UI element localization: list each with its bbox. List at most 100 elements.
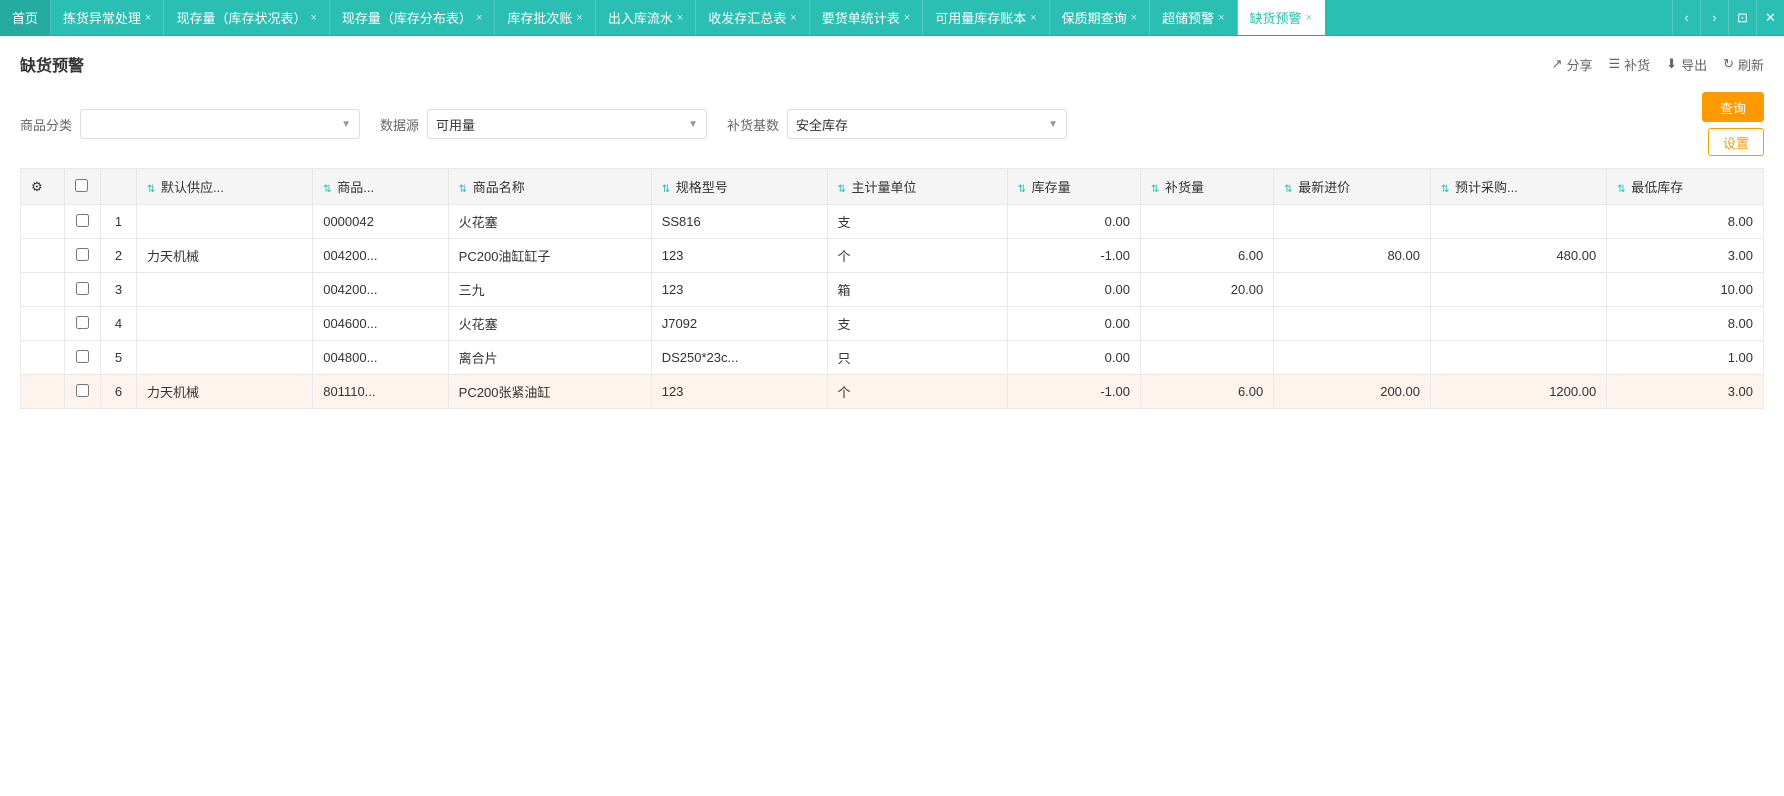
table-row: 2 力天机械 004200... PC200油缸缸子 123 个 -1.00 6…: [21, 239, 1764, 273]
settings-button[interactable]: 设置: [1708, 128, 1764, 156]
nav-tab-available[interactable]: 可用量库存账本 ×: [923, 0, 1049, 36]
th-num: [101, 169, 137, 205]
filter-replenish-group: 补货基数 安全库存 ▼: [727, 109, 1067, 139]
sort-unit-icon: ⇅: [838, 184, 846, 195]
th-stock: ⇅ 库存量: [1007, 169, 1140, 205]
td-replenish-qty: 6.00: [1140, 375, 1273, 409]
nav-tab-stock2[interactable]: 现存量（库存分布表） ×: [330, 0, 495, 36]
sort-min-icon: ⇅: [1617, 184, 1625, 195]
category-chevron-icon: ▼: [341, 119, 351, 130]
row-checkbox[interactable]: [76, 214, 89, 227]
td-settings: [21, 307, 65, 341]
th-product-name: ⇅ 商品名称: [448, 169, 651, 205]
td-min-stock: 3.00: [1607, 375, 1764, 409]
datasource-select[interactable]: 可用量 ▼: [427, 109, 707, 139]
td-est-purchase: [1430, 341, 1606, 375]
nav-tab-home[interactable]: 首页: [0, 0, 51, 36]
close-tab-order-stat[interactable]: ×: [904, 12, 910, 24]
td-settings: [21, 273, 65, 307]
th-product-code: ⇅ 商品...: [313, 169, 448, 205]
td-rownum: 5: [101, 341, 137, 375]
export-icon: ⬇: [1666, 56, 1677, 72]
export-button[interactable]: ⬇ 导出: [1666, 55, 1707, 74]
nav-restore-btn[interactable]: ⊡: [1728, 0, 1756, 36]
nav-tab-summary[interactable]: 收发存汇总表 ×: [696, 0, 809, 36]
td-latest-price: [1274, 341, 1431, 375]
nav-tab-overstock[interactable]: 超储预警 ×: [1150, 0, 1237, 36]
close-tab-expiry[interactable]: ×: [1131, 12, 1137, 24]
td-product-code: 004600...: [313, 307, 448, 341]
query-button[interactable]: 查询: [1702, 92, 1764, 122]
category-select[interactable]: ▼: [80, 109, 360, 139]
td-settings: [21, 375, 65, 409]
nav-tab-flow[interactable]: 出入库流水 ×: [596, 0, 696, 36]
close-tab-stock1[interactable]: ×: [310, 12, 316, 24]
table-row: 4 004600... 火花塞 J7092 支 0.00 8.00: [21, 307, 1764, 341]
td-est-purchase: 1200.00: [1430, 375, 1606, 409]
nav-tab-order-stat[interactable]: 要货单统计表 ×: [810, 0, 923, 36]
td-supplier: 力天机械: [137, 239, 313, 273]
row-checkbox[interactable]: [76, 282, 89, 295]
td-spec: 123: [651, 239, 827, 273]
row-checkbox[interactable]: [76, 384, 89, 397]
close-tab-flow[interactable]: ×: [677, 12, 683, 24]
th-checkbox: [65, 169, 101, 205]
td-replenish-qty: 20.00: [1140, 273, 1273, 307]
sort-price-icon: ⇅: [1284, 184, 1292, 195]
th-unit: ⇅ 主计量单位: [827, 169, 1007, 205]
close-tab-batch[interactable]: ×: [576, 12, 582, 24]
table-row: 1 0000042 火花塞 SS816 支 0.00 8.00: [21, 205, 1764, 239]
top-nav: 首页 拣货异常处理 × 现存量（库存状况表） × 现存量（库存分布表） × 库存…: [0, 0, 1784, 36]
select-all-checkbox[interactable]: [75, 179, 88, 192]
td-supplier: [137, 307, 313, 341]
row-checkbox[interactable]: [76, 248, 89, 261]
share-icon: ↗: [1552, 56, 1563, 72]
td-est-purchase: [1430, 205, 1606, 239]
th-min-stock: ⇅ 最低库存: [1607, 169, 1764, 205]
row-checkbox[interactable]: [76, 350, 89, 363]
td-rownum: 3: [101, 273, 137, 307]
td-replenish-qty: [1140, 205, 1273, 239]
nav-tab-batch[interactable]: 库存批次账 ×: [495, 0, 595, 36]
close-tab-overstock[interactable]: ×: [1218, 12, 1224, 24]
td-supplier: 力天机械: [137, 375, 313, 409]
td-unit: 个: [827, 239, 1007, 273]
sort-spec-icon: ⇅: [662, 184, 670, 195]
table-row: 3 004200... 三九 123 箱 0.00 20.00 10.00: [21, 273, 1764, 307]
nav-tab-stock1[interactable]: 现存量（库存状况表） ×: [164, 0, 329, 36]
nav-close-btn[interactable]: ✕: [1756, 0, 1784, 36]
td-product-name: PC200油缸缸子: [448, 239, 651, 273]
close-tab-stock2[interactable]: ×: [476, 12, 482, 24]
nav-tab-stockout[interactable]: 缺货预警 ×: [1238, 0, 1325, 36]
gear-icon[interactable]: ⚙: [31, 179, 43, 194]
replenish-basis-select[interactable]: 安全库存 ▼: [787, 109, 1067, 139]
td-product-name: 三九: [448, 273, 651, 307]
close-tab-available[interactable]: ×: [1030, 12, 1036, 24]
td-product-name: PC200张紧油缸: [448, 375, 651, 409]
main-content: 缺货预警 ↗ 分享 ☰ 补货 ⬇ 导出 ↻ 刷新 商品分类: [0, 36, 1784, 796]
replenish-button[interactable]: ☰ 补货: [1608, 55, 1650, 74]
td-spec: J7092: [651, 307, 827, 341]
nav-tab-expiry[interactable]: 保质期查询 ×: [1050, 0, 1150, 36]
share-button[interactable]: ↗ 分享: [1552, 55, 1593, 74]
nav-next-btn[interactable]: ›: [1700, 0, 1728, 36]
nav-prev-btn[interactable]: ‹: [1672, 0, 1700, 36]
nav-tab-picking[interactable]: 拣货异常处理 ×: [51, 0, 164, 36]
replenish-basis-chevron-icon: ▼: [1048, 119, 1058, 130]
refresh-button[interactable]: ↻ 刷新: [1723, 55, 1764, 74]
close-tab-picking[interactable]: ×: [145, 12, 151, 24]
filter-right-group: 查询 设置: [1702, 92, 1764, 156]
filter-row: 商品分类 ▼ 数据源 可用量 ▼ 补货基数 安全库存 ▼ 查询: [20, 92, 1764, 156]
td-latest-price: [1274, 307, 1431, 341]
close-tab-stockout[interactable]: ×: [1306, 12, 1312, 24]
datasource-chevron-icon: ▼: [688, 119, 698, 130]
td-stock: 0.00: [1007, 205, 1140, 239]
close-tab-summary[interactable]: ×: [790, 12, 796, 24]
td-unit: 个: [827, 375, 1007, 409]
td-stock: -1.00: [1007, 375, 1140, 409]
row-checkbox[interactable]: [76, 316, 89, 329]
category-label: 商品分类: [20, 115, 72, 134]
td-unit: 只: [827, 341, 1007, 375]
filter-category-group: 商品分类 ▼: [20, 109, 360, 139]
td-unit: 支: [827, 205, 1007, 239]
